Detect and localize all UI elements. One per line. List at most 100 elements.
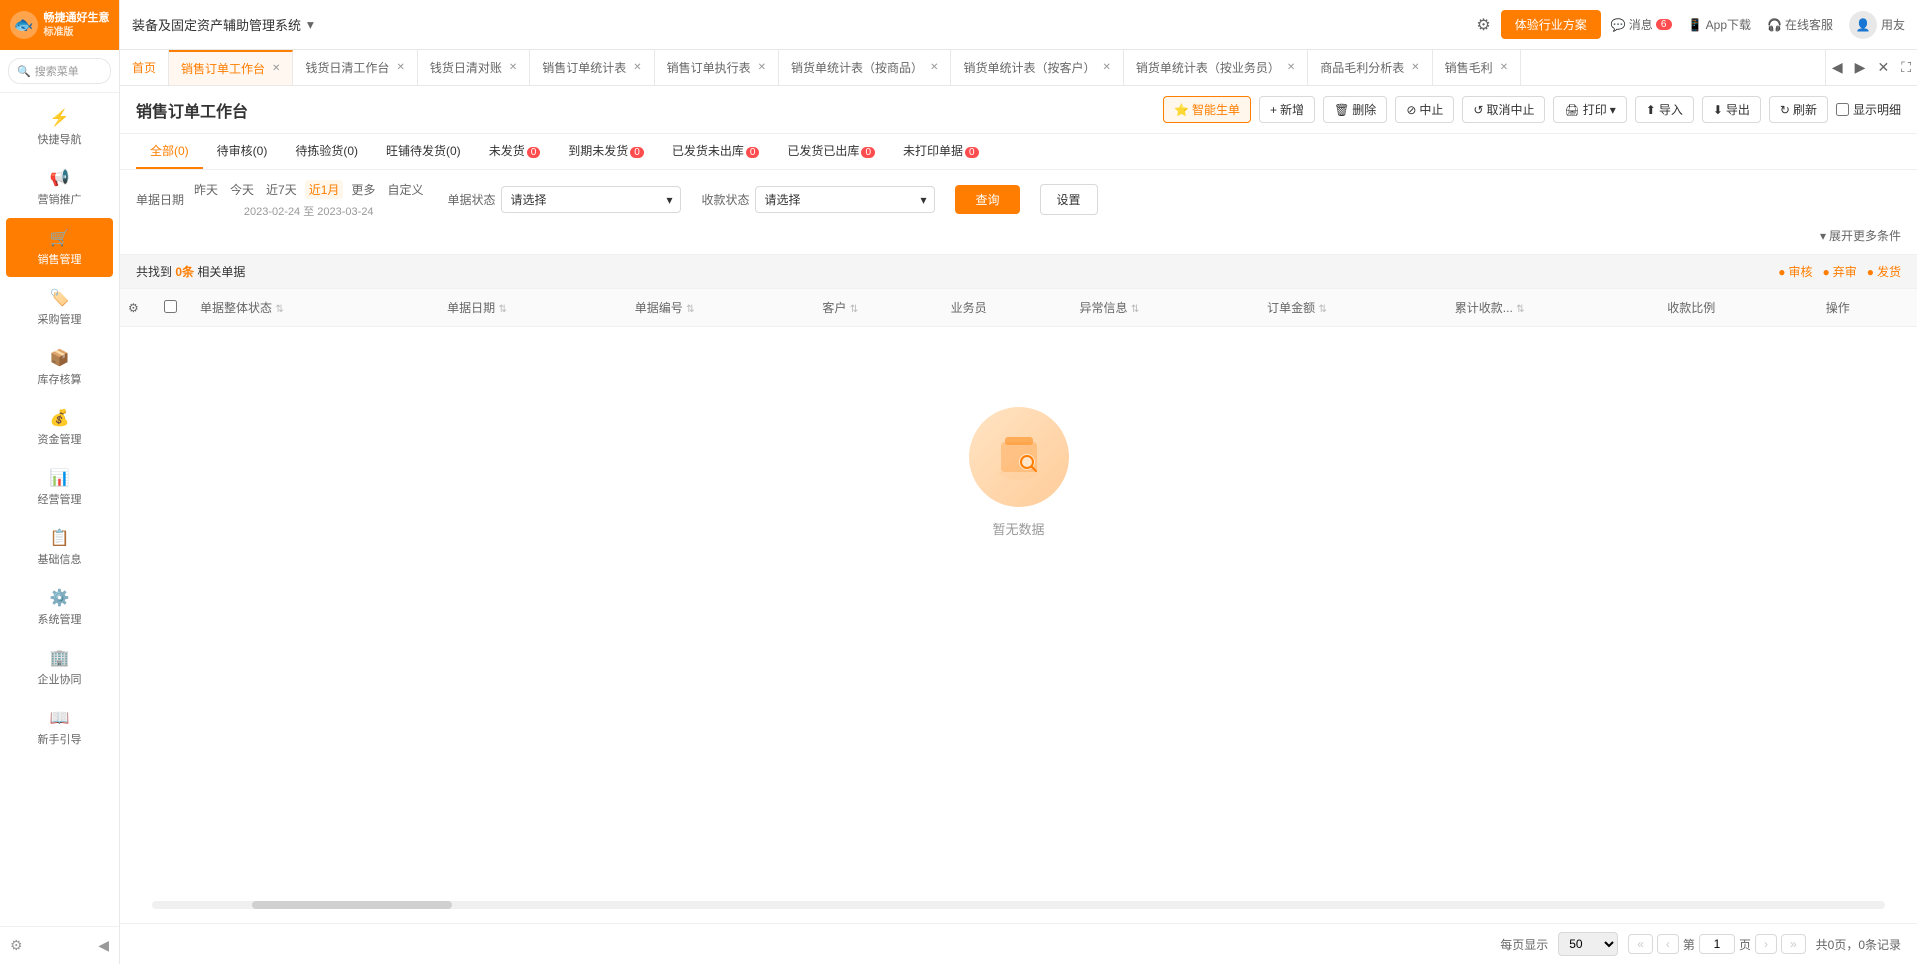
- export-button[interactable]: ⬇ 导出: [1702, 96, 1761, 123]
- sub-tab-shipped-out[interactable]: 已发货已出库0: [773, 134, 889, 169]
- smart-generate-button[interactable]: ⭐ 智能生单: [1163, 96, 1251, 123]
- sub-tab-shipped-not-out[interactable]: 已发货未出库0: [658, 134, 774, 169]
- sidebar-item-system[interactable]: ⚙️ 系统管理: [6, 578, 113, 637]
- expand-more-button[interactable]: ▾ 展开更多条件: [1820, 227, 1901, 244]
- batch-review-button[interactable]: ● 审核: [1778, 263, 1812, 280]
- date-opt-yesterday[interactable]: 昨天: [190, 180, 222, 199]
- date-opt-1month[interactable]: 近1月: [305, 180, 344, 199]
- search-menu-button[interactable]: 🔍 搜索菜单: [8, 58, 111, 84]
- scrollbar-thumb[interactable]: [252, 901, 452, 909]
- settings-gear-icon[interactable]: ⚙: [128, 301, 139, 315]
- import-button[interactable]: ⬆ 导入: [1635, 96, 1694, 123]
- col-status-sort-icon[interactable]: ⇅: [275, 304, 283, 315]
- sidebar-item-inventory[interactable]: 📦 库存核算: [6, 338, 113, 397]
- tab-sales-summary-customer-close[interactable]: ✕: [1102, 62, 1110, 73]
- plus-icon: +: [1270, 103, 1277, 117]
- tab-cash-reconcile-close[interactable]: ✕: [509, 62, 517, 73]
- page-next-button[interactable]: ›: [1755, 934, 1777, 954]
- col-abnormal-sort-icon[interactable]: ⇅: [1131, 304, 1139, 315]
- tab-sales-summary-customer[interactable]: 销货单统计表（按客户） ✕: [951, 50, 1123, 86]
- tab-sales-exec[interactable]: 销售订单执行表 ✕: [655, 50, 779, 86]
- col-checkbox[interactable]: [156, 289, 192, 327]
- tab-sales-profit[interactable]: 销售毛利 ✕: [1433, 50, 1521, 86]
- tab-maximize-button[interactable]: ⛶: [1895, 50, 1917, 86]
- module-dropdown-button[interactable]: ▾: [307, 17, 314, 33]
- tab-sales-profit-close[interactable]: ✕: [1500, 62, 1508, 73]
- sidebar-collapse-button[interactable]: ◀: [98, 937, 109, 954]
- date-opt-more[interactable]: 更多: [347, 180, 379, 199]
- tab-next-button[interactable]: ▶: [1849, 50, 1872, 86]
- scrollbar-track[interactable]: [152, 901, 1885, 909]
- col-collected-sort-icon[interactable]: ⇅: [1516, 304, 1524, 315]
- tab-sales-stat[interactable]: 销售订单统计表 ✕: [530, 50, 654, 86]
- sidebar-item-purchase[interactable]: 🏷️ 采购管理: [6, 278, 113, 337]
- page-size-select[interactable]: 10 20 50 100: [1558, 932, 1618, 956]
- tab-home[interactable]: 首页: [120, 50, 169, 86]
- user-area[interactable]: 👤 用友: [1849, 11, 1905, 39]
- refresh-button[interactable]: ↻ 刷新: [1769, 96, 1828, 123]
- page-input[interactable]: [1699, 934, 1735, 954]
- tab-cash-daily-close[interactable]: ✕: [396, 62, 404, 73]
- tab-prev-button[interactable]: ◀: [1826, 50, 1849, 86]
- tab-sales-summary-product-close[interactable]: ✕: [930, 62, 938, 73]
- tab-sales-summary-staff[interactable]: 销货单统计表（按业务员） ✕: [1124, 50, 1308, 86]
- sidebar-item-enterprise[interactable]: 🏢 企业协同: [6, 638, 113, 697]
- page-last-button[interactable]: »: [1781, 934, 1806, 954]
- status-select[interactable]: 请选择 ▾: [501, 186, 681, 213]
- sub-tab-not-printed[interactable]: 未打印单据0: [889, 134, 993, 169]
- tab-sales-summary-staff-close[interactable]: ✕: [1287, 62, 1295, 73]
- batch-ship-button[interactable]: ● 发货: [1867, 263, 1901, 280]
- tab-sales-order-close[interactable]: ✕: [272, 63, 280, 74]
- col-customer-sort-icon[interactable]: ⇅: [850, 304, 858, 315]
- tab-sales-order[interactable]: 销售订单工作台 ✕: [169, 50, 293, 86]
- sidebar-item-sales[interactable]: 🛒 销售管理: [6, 218, 113, 277]
- sidebar-item-finance[interactable]: 💰 资金管理: [6, 398, 113, 457]
- date-opt-7days[interactable]: 近7天: [262, 180, 301, 199]
- sidebar-settings-button[interactable]: ⚙: [10, 937, 23, 954]
- tab-sales-summary-product[interactable]: 销货单统计表（按商品） ✕: [779, 50, 951, 86]
- print-button[interactable]: 🖨 打印 ▾: [1553, 96, 1626, 123]
- tab-cash-daily[interactable]: 钱货日清工作台 ✕: [293, 50, 417, 86]
- app-download-button[interactable]: 📱 App下载: [1688, 16, 1751, 33]
- select-all-checkbox[interactable]: [164, 300, 177, 313]
- tab-margin-analysis-close[interactable]: ✕: [1411, 62, 1419, 73]
- date-opt-custom[interactable]: 自定义: [383, 180, 427, 199]
- page-prev-button[interactable]: ‹: [1657, 934, 1679, 954]
- suspend-button[interactable]: ⊘ 中止: [1395, 96, 1454, 123]
- col-date-sort-icon[interactable]: ⇅: [498, 304, 506, 315]
- tab-sales-exec-close[interactable]: ✕: [758, 62, 766, 73]
- page-first-button[interactable]: «: [1628, 934, 1653, 954]
- add-button[interactable]: + 新增: [1259, 96, 1315, 123]
- date-opt-today[interactable]: 今天: [226, 180, 258, 199]
- col-number-sort-icon[interactable]: ⇅: [686, 304, 694, 315]
- set-button[interactable]: 设置: [1040, 184, 1098, 215]
- show-detail-checkbox[interactable]: [1836, 103, 1849, 116]
- message-button[interactable]: 💬 消息 6: [1611, 16, 1672, 33]
- tab-sales-stat-close[interactable]: ✕: [633, 62, 641, 73]
- query-button[interactable]: 查询: [955, 185, 1019, 214]
- tab-close-all-button[interactable]: ✕: [1871, 50, 1895, 86]
- sub-tab-wangpu[interactable]: 旺铺待发货(0): [372, 134, 475, 169]
- show-detail-label[interactable]: 显示明细: [1836, 101, 1901, 118]
- sub-tab-all[interactable]: 全部(0): [136, 134, 203, 169]
- sidebar-item-guide[interactable]: 📖 新手引导: [6, 698, 113, 757]
- sidebar-item-base-info[interactable]: 📋 基础信息: [6, 518, 113, 577]
- sub-tab-not-shipped[interactable]: 未发货0: [475, 134, 555, 169]
- sub-tab-pending-review[interactable]: 待审核(0): [203, 134, 282, 169]
- cancel-suspend-button[interactable]: ↺ 取消中止: [1462, 96, 1545, 123]
- sub-tab-overdue-not-shipped[interactable]: 到期未发货0: [554, 134, 658, 169]
- sub-tab-pending-check[interactable]: 待拣验货(0): [281, 134, 372, 169]
- payment-select[interactable]: 请选择 ▾: [755, 186, 935, 213]
- industry-solution-button[interactable]: 体验行业方案: [1501, 10, 1601, 39]
- col-amount-sort-icon[interactable]: ⇅: [1319, 304, 1327, 315]
- sidebar-item-quick-nav[interactable]: ⚡ 快捷导航: [6, 98, 113, 157]
- col-settings[interactable]: ⚙: [120, 289, 156, 327]
- sidebar-item-operation[interactable]: 📊 经营管理: [6, 458, 113, 517]
- tab-margin-analysis[interactable]: 商品毛利分析表 ✕: [1308, 50, 1432, 86]
- tab-cash-reconcile[interactable]: 钱货日清对账 ✕: [418, 50, 530, 86]
- delete-button[interactable]: 🗑 删除: [1323, 96, 1387, 123]
- online-service-button[interactable]: 🎧 在线客服: [1767, 16, 1833, 33]
- sidebar-item-marketing[interactable]: 📢 营销推广: [6, 158, 113, 217]
- settings-button[interactable]: ⚙: [1476, 15, 1490, 35]
- batch-cancel-review-button[interactable]: ● 弃审: [1822, 263, 1856, 280]
